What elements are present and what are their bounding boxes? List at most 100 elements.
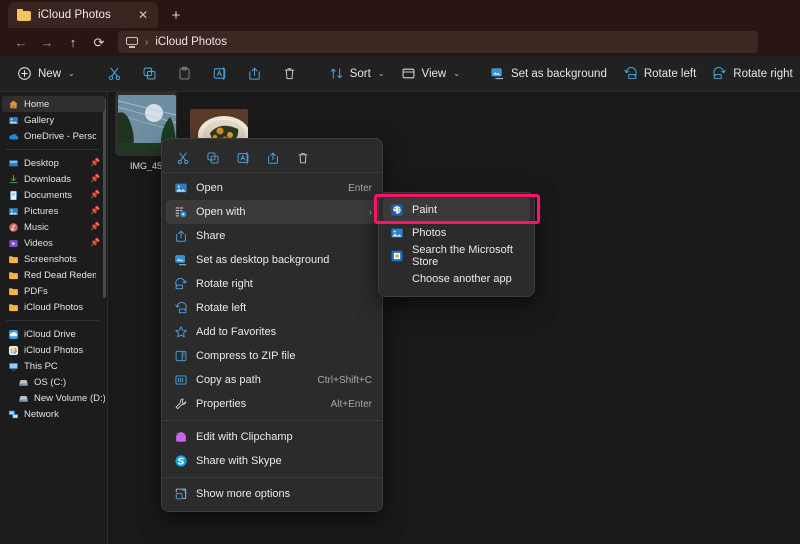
downloads-icon [8, 174, 19, 185]
forward-icon[interactable]: → [34, 30, 60, 54]
set-as-background-button[interactable]: Set as background [483, 61, 614, 87]
sidebar-item-label: New Volume (D:) [34, 393, 105, 404]
rename-button[interactable] [203, 61, 236, 87]
cut-icon [176, 151, 190, 165]
rotate-left-icon [623, 66, 638, 81]
sidebar-item-icloud-drive[interactable]: iCloud Drive [2, 326, 105, 342]
sidebar-item-screenshots[interactable]: Screenshots [2, 251, 105, 267]
icloud-photos-icon [8, 345, 19, 356]
sidebar-item-new-volume-d[interactable]: New Volume (D:) [2, 390, 105, 406]
sidebar-item-os-c[interactable]: OS (C:) [2, 374, 105, 390]
drive-icon [18, 377, 29, 388]
new-tab-button[interactable]: + [162, 2, 190, 28]
breadcrumb[interactable]: › iCloud Photos [118, 31, 758, 53]
submenu-item-choose-another-app[interactable]: Choose another app [383, 267, 530, 290]
sidebar-item-label: Music [24, 222, 49, 233]
menu-item-copy-as-path[interactable]: Copy as path Ctrl+Shift+C [166, 368, 378, 392]
sort-button[interactable]: Sort ⌄ [322, 61, 392, 87]
menu-item-share-with-skype[interactable]: Share with Skype [166, 449, 378, 473]
menu-item-label: Share with Skype [196, 455, 282, 467]
sidebar-item-downloads[interactable]: Downloads 📌 [2, 171, 105, 187]
context-menu-quick-actions [162, 143, 382, 173]
menu-item-properties[interactable]: Properties Alt+Enter [166, 392, 378, 416]
browser-tab-icloud-photos[interactable]: iCloud Photos ✕ [8, 2, 158, 28]
sidebar-item-red-dead-redemption[interactable]: Red Dead Redemption [2, 267, 105, 283]
sidebar-item-label: OneDrive - Personal [24, 131, 96, 142]
up-icon[interactable]: ↑ [60, 30, 86, 54]
icloud-drive-icon [8, 329, 19, 340]
sidebar-item-desktop[interactable]: Desktop 📌 [2, 155, 105, 171]
close-icon[interactable]: ✕ [134, 6, 152, 24]
copy-button[interactable] [198, 146, 227, 170]
menu-item-set-as-desktop-background[interactable]: Set as desktop background [166, 248, 378, 272]
sidebar-item-pictures[interactable]: Pictures 📌 [2, 203, 105, 219]
submenu-item-paint[interactable]: Paint [383, 198, 530, 221]
menu-item-label: Copy as path [196, 374, 261, 386]
share-button[interactable] [238, 61, 271, 87]
new-button[interactable]: New ⌄ [10, 61, 82, 87]
cut-button[interactable] [98, 61, 131, 87]
sidebar-item-music[interactable]: Music 📌 [2, 219, 105, 235]
title-bar: iCloud Photos ✕ + [0, 0, 800, 28]
sidebar-item-videos[interactable]: Videos 📌 [2, 235, 105, 251]
submenu-item-search-microsoft-store[interactable]: Search the Microsoft Store [383, 244, 530, 267]
menu-item-show-more-options[interactable]: Show more options [166, 482, 378, 506]
share-button[interactable] [258, 146, 287, 170]
open-image-icon [174, 181, 188, 195]
navigation-pane[interactable]: Home Gallery OneDrive - Personal Desktop [0, 92, 108, 544]
sidebar-item-label: iCloud Photos [24, 302, 83, 313]
breadcrumb-path: iCloud Photos [155, 36, 227, 48]
rotate-right-label: Rotate right [733, 68, 792, 80]
sidebar-item-label: Gallery [24, 115, 54, 126]
menu-item-rotate-right[interactable]: Rotate right [166, 272, 378, 296]
menu-item-add-to-favorites[interactable]: Add to Favorites [166, 320, 378, 344]
sidebar-item-this-pc[interactable]: This PC [2, 358, 105, 374]
photos-icon [390, 226, 404, 240]
back-icon[interactable]: ← [8, 30, 34, 54]
rename-icon [236, 151, 250, 165]
sidebar-item-onedrive-personal[interactable]: OneDrive - Personal [2, 128, 105, 144]
delete-icon [296, 151, 310, 165]
folder-icon [8, 254, 19, 265]
open-with-submenu[interactable]: Paint Photos Search the Microsoft Store … [378, 192, 535, 297]
view-button[interactable]: View ⌄ [394, 61, 467, 87]
menu-divider-2 [162, 477, 382, 478]
copy-path-icon [174, 373, 188, 387]
sidebar-item-label: Documents [24, 190, 72, 201]
sidebar-item-icloud-photos-folder[interactable]: iCloud Photos [2, 299, 105, 315]
copy-button[interactable] [133, 61, 166, 87]
menu-item-open[interactable]: Open Enter [166, 176, 378, 200]
delete-button[interactable] [273, 61, 306, 87]
delete-button[interactable] [288, 146, 317, 170]
sidebar-item-documents[interactable]: Documents 📌 [2, 187, 105, 203]
menu-item-edit-with-clipchamp[interactable]: Edit with Clipchamp [166, 425, 378, 449]
menu-item-rotate-left[interactable]: Rotate left [166, 296, 378, 320]
menu-item-label: Open with [196, 206, 246, 218]
paste-button[interactable] [168, 61, 201, 87]
sidebar-item-pdfs[interactable]: PDFs [2, 283, 105, 299]
rename-button[interactable] [228, 146, 257, 170]
sidebar-item-label: Desktop [24, 158, 59, 169]
share-icon [266, 151, 280, 165]
rotate-left-button[interactable]: Rotate left [616, 61, 703, 87]
rotate-right-button[interactable]: Rotate right [705, 61, 799, 87]
sidebar-item-icloud-photos-lib[interactable]: iCloud Photos [2, 342, 105, 358]
videos-icon [8, 238, 19, 249]
pin-icon: 📌 [90, 175, 98, 183]
refresh-icon[interactable]: ⟳ [86, 30, 112, 54]
sidebar-item-home[interactable]: Home [2, 96, 105, 112]
sidebar-item-gallery[interactable]: Gallery [2, 112, 105, 128]
network-icon [8, 409, 19, 420]
sidebar-item-label: PDFs [24, 286, 48, 297]
sidebar-item-network[interactable]: Network [2, 406, 105, 422]
context-menu[interactable]: Open Enter Open with › Share [161, 138, 383, 512]
cut-button[interactable] [168, 146, 197, 170]
rotate-right-icon [712, 66, 727, 81]
tab-label: iCloud Photos [38, 9, 111, 21]
menu-item-open-with[interactable]: Open with › [166, 200, 378, 224]
set-as-background-label: Set as background [511, 68, 607, 80]
set-background-icon [490, 66, 505, 81]
menu-item-share[interactable]: Share [166, 224, 378, 248]
menu-item-compress-to-zip-file[interactable]: Compress to ZIP file [166, 344, 378, 368]
submenu-item-photos[interactable]: Photos [383, 221, 530, 244]
